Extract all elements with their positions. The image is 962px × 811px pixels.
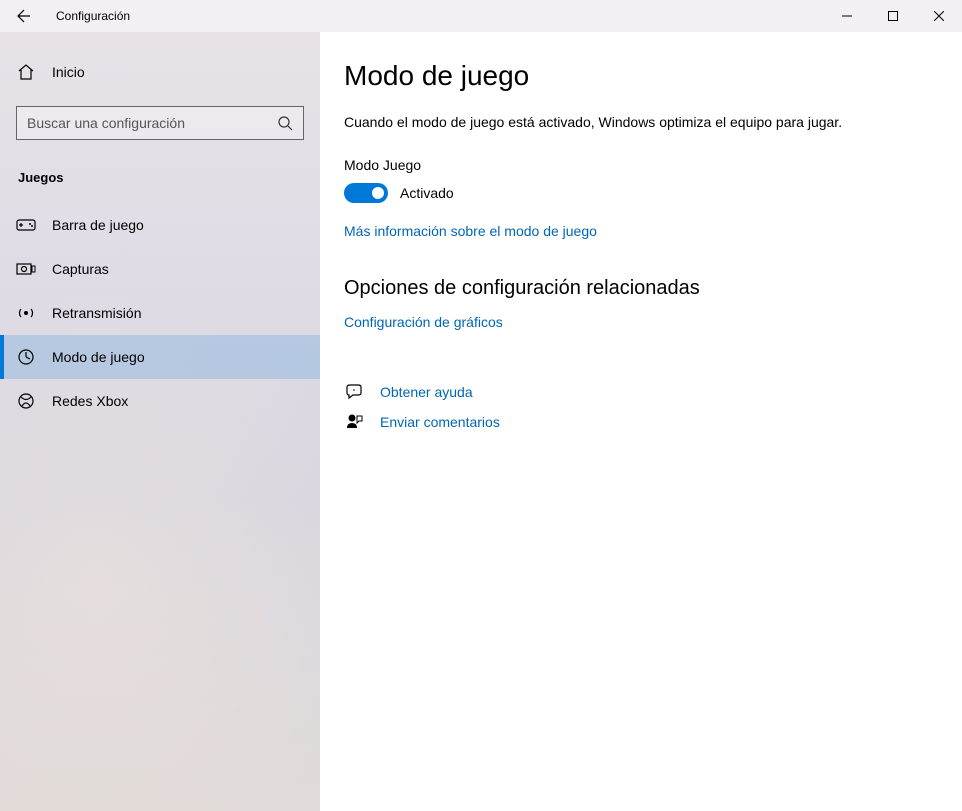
home-nav[interactable]: Inicio [0,52,320,92]
gamemode-toggle[interactable] [344,183,388,203]
toggle-label: Modo Juego [344,157,922,173]
feedback-icon [344,412,364,432]
page-title: Modo de juego [344,60,922,92]
broadcast-icon [16,303,36,323]
sidebar-item-label: Modo de juego [52,349,145,365]
home-label: Inicio [52,64,85,80]
description: Cuando el modo de juego está activado, W… [344,112,864,133]
search-input[interactable] [27,115,277,131]
maximize-button[interactable] [870,0,916,32]
sidebar-item-broadcast[interactable]: Retransmisión [0,291,320,335]
sidebar-item-gamebar[interactable]: Barra de juego [0,203,320,247]
sidebar-item-label: Retransmisión [52,305,141,321]
sidebar-item-captures[interactable]: Capturas [0,247,320,291]
minimize-icon [842,11,852,21]
window-controls [824,0,962,32]
toggle-knob [372,187,384,199]
back-button[interactable] [0,0,48,32]
xbox-icon [16,391,36,411]
graphics-settings-link[interactable]: Configuración de gráficos [344,314,503,330]
help-icon [344,382,364,402]
sidebar-item-label: Capturas [52,261,109,277]
maximize-icon [888,11,898,21]
sidebar-item-label: Barra de juego [52,217,144,233]
get-help-link[interactable]: Obtener ayuda [380,384,473,400]
window-title: Configuración [56,9,130,23]
home-icon [16,62,36,82]
captures-icon [16,259,36,279]
section-header: Juegos [0,160,320,203]
sidebar-item-label: Redes Xbox [52,393,128,409]
sidebar: Inicio Juegos Barra de juego Capturas [0,32,320,811]
gamebar-icon [16,215,36,235]
toggle-state: Activado [400,185,454,201]
minimize-button[interactable] [824,0,870,32]
search-box[interactable] [16,106,304,140]
close-button[interactable] [916,0,962,32]
arrow-left-icon [16,8,32,24]
close-icon [934,11,944,21]
main-content: Modo de juego Cuando el modo de juego es… [320,32,962,811]
related-header: Opciones de configuración relacionadas [344,277,922,300]
gamemode-icon [16,347,36,367]
learn-more-link[interactable]: Más información sobre el modo de juego [344,223,597,239]
search-icon [277,115,293,131]
feedback-link[interactable]: Enviar comentarios [380,414,500,430]
sidebar-item-gamemode[interactable]: Modo de juego [0,335,320,379]
sidebar-item-xbox[interactable]: Redes Xbox [0,379,320,423]
titlebar: Configuración [0,0,962,32]
